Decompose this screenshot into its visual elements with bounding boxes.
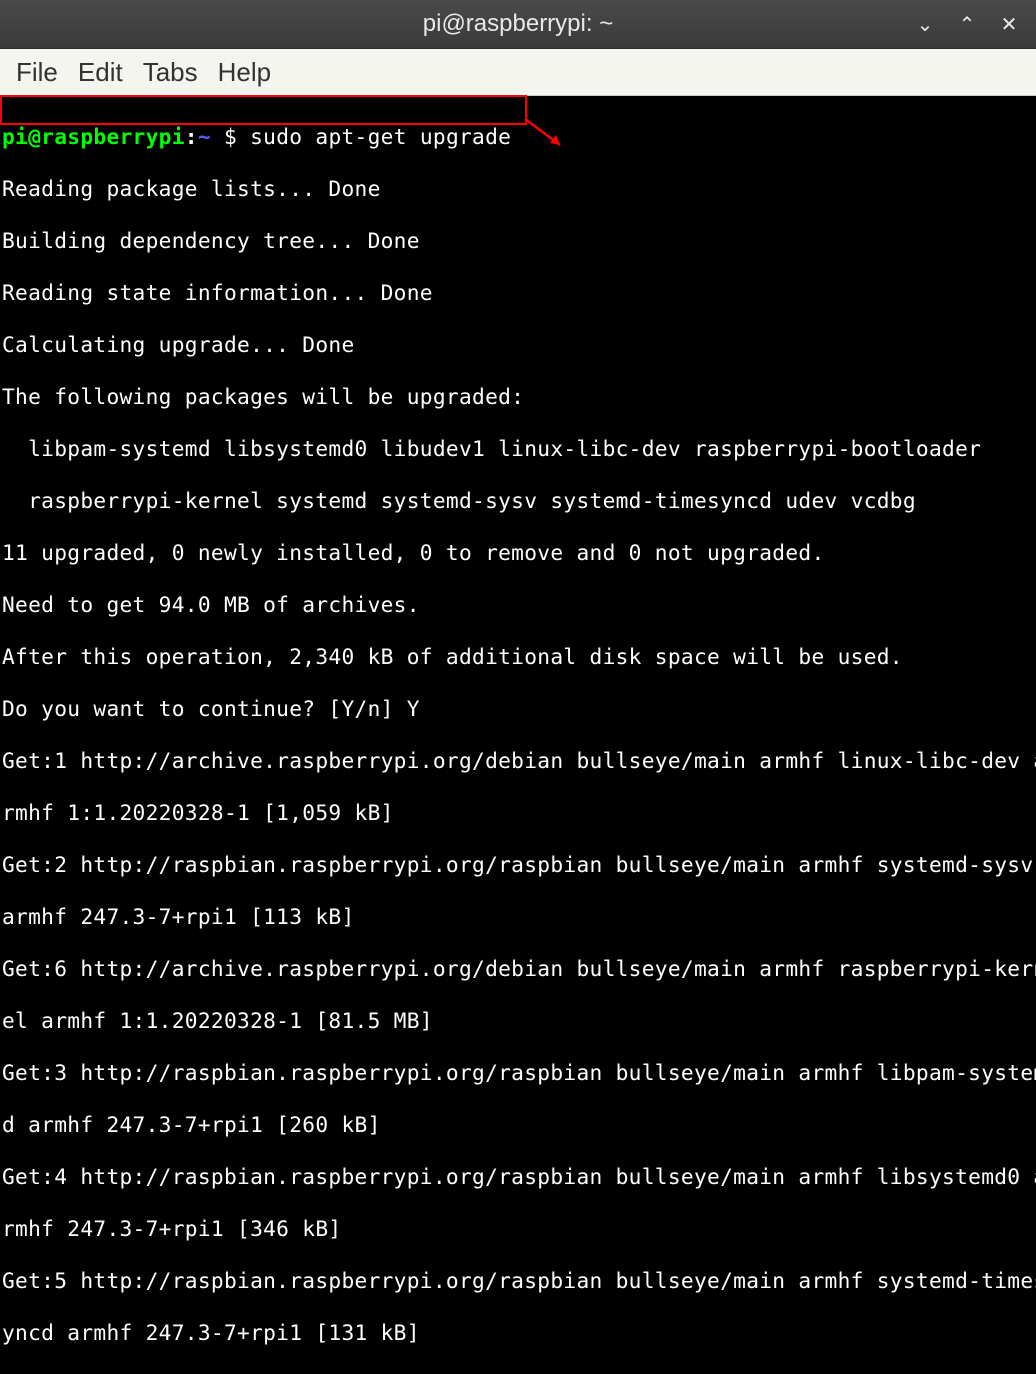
output-line: d armhf 247.3-7+rpi1 [260 kB] [2, 1112, 1034, 1138]
output-line: rmhf 247.3-7+rpi1 [346 kB] [2, 1216, 1034, 1242]
prompt-user-host: pi@raspberrypi [2, 124, 185, 149]
menubar: File Edit Tabs Help [0, 49, 1036, 96]
menu-help[interactable]: Help [208, 53, 281, 92]
titlebar-title: pi@raspberrypi: ~ [423, 10, 613, 38]
output-line: Get:1 http://archive.raspberrypi.org/deb… [2, 748, 1034, 774]
maximize-button[interactable]: ⌃ [958, 12, 976, 37]
output-line: rmhf 1:1.20220328-1 [1,059 kB] [2, 800, 1034, 826]
output-line: libpam-systemd libsystemd0 libudev1 linu… [2, 436, 1034, 462]
output-line: Get:6 http://archive.raspberrypi.org/deb… [2, 956, 1034, 982]
output-line: Reading state information... Done [2, 280, 1034, 306]
titlebar: pi@raspberrypi: ~ ⌄ ⌃ ✕ [0, 0, 1036, 49]
terminal-area[interactable]: pi@raspberrypi:~ $ sudo apt-get upgrade … [0, 96, 1036, 1374]
menu-edit[interactable]: Edit [68, 53, 133, 92]
output-line: 11 upgraded, 0 newly installed, 0 to rem… [2, 540, 1034, 566]
window-controls: ⌄ ⌃ ✕ [916, 0, 1028, 48]
minimize-button[interactable]: ⌄ [916, 12, 934, 37]
output-line: Get:3 http://raspbian.raspberrypi.org/ra… [2, 1060, 1034, 1086]
prompt-colon: : [185, 124, 198, 149]
output-line: yncd armhf 247.3-7+rpi1 [131 kB] [2, 1320, 1034, 1346]
output-line: el armhf 1:1.20220328-1 [81.5 MB] [2, 1008, 1034, 1034]
output-line: Need to get 94.0 MB of archives. [2, 592, 1034, 618]
output-line: raspberrypi-kernel systemd systemd-sysv … [2, 488, 1034, 514]
menu-file[interactable]: File [6, 53, 68, 92]
output-line: Building dependency tree... Done [2, 228, 1034, 254]
prompt-dollar: $ [224, 124, 250, 149]
prompt-path: ~ [198, 124, 224, 149]
output-line: Calculating upgrade... Done [2, 332, 1034, 358]
output-line: armhf 247.3-7+rpi1 [113 kB] [2, 904, 1034, 930]
prompt-command: sudo apt-get upgrade [250, 124, 511, 149]
output-line: After this operation, 2,340 kB of additi… [2, 644, 1034, 670]
output-line: Do you want to continue? [Y/n] Y [2, 696, 1034, 722]
close-button[interactable]: ✕ [1000, 12, 1018, 37]
output-line: Get:5 http://raspbian.raspberrypi.org/ra… [2, 1268, 1034, 1294]
prompt-line: pi@raspberrypi:~ $ sudo apt-get upgrade [2, 124, 1034, 150]
output-line: Get:4 http://raspbian.raspberrypi.org/ra… [2, 1164, 1034, 1190]
menu-tabs[interactable]: Tabs [133, 53, 208, 92]
output-line: Reading package lists... Done [2, 176, 1034, 202]
output-line: Get:2 http://raspbian.raspberrypi.org/ra… [2, 852, 1034, 878]
output-line: The following packages will be upgraded: [2, 384, 1034, 410]
